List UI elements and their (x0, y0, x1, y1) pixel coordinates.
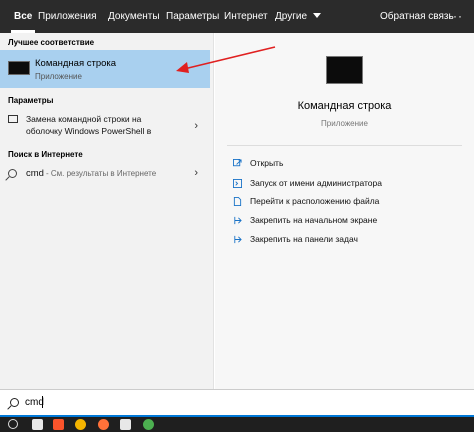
command-prompt-icon (8, 61, 30, 75)
action-open-file-location-label: Перейти к расположению файла (250, 196, 380, 206)
web-result-hint: - См. результаты в Интернете (46, 169, 157, 178)
results-panel: Лучшее соответствие Командная строка При… (0, 33, 214, 389)
best-match-name: Командная строка (35, 58, 117, 69)
settings-heading: Параметры (8, 96, 54, 105)
command-prompt-icon (326, 56, 363, 84)
action-run-as-admin-label: Запуск от имени администратора (250, 178, 382, 188)
action-open-label: Открыть (250, 158, 284, 168)
tab-internet[interactable]: Интернет (224, 0, 268, 33)
taskbar-app-icon[interactable] (120, 419, 131, 430)
taskbar-app-icon[interactable] (32, 419, 43, 430)
tab-documents[interactable]: Документы (108, 0, 160, 33)
chrome-browser-icon[interactable] (75, 419, 86, 430)
pin-taskbar-icon (234, 235, 242, 244)
web-query: cmd (26, 168, 44, 179)
annotation-arrow-icon (176, 46, 276, 73)
open-icon (233, 159, 242, 167)
detail-app-type: Приложение (321, 119, 368, 128)
setting-result-line2: оболочку Windows PowerShell в (26, 126, 152, 136)
tab-more[interactable]: Другие (275, 0, 321, 33)
more-options-icon[interactable]: ··· (448, 0, 463, 33)
firefox-icon[interactable] (98, 419, 109, 430)
utorrent-icon[interactable] (143, 419, 154, 430)
taskbar (0, 417, 474, 432)
feedback-link[interactable]: Обратная связь (380, 0, 454, 33)
detail-panel: Командная строка Приложение Открыть Запу… (215, 33, 474, 389)
chevron-down-icon (312, 13, 321, 19)
web-search-heading: Поиск в Интернете (8, 150, 83, 159)
setting-result-item[interactable]: Замена командной строки на оболочку Wind… (0, 111, 210, 143)
tab-more-label: Другие (275, 11, 308, 22)
file-location-icon (233, 197, 242, 206)
action-pin-start-label: Закрепить на начальном экране (250, 215, 378, 225)
pin-start-icon (234, 216, 242, 225)
tab-settings[interactable]: Параметры (166, 0, 219, 33)
best-match-type: Приложение (35, 72, 82, 81)
search-icon (10, 398, 19, 407)
search-icon (8, 169, 17, 178)
taskbar-search-icon[interactable] (8, 419, 18, 429)
tab-all[interactable]: Все (10, 0, 36, 33)
run-as-admin-icon (233, 179, 242, 188)
chevron-right-icon[interactable]: › (194, 167, 198, 179)
detail-app-name: Командная строка (297, 100, 392, 112)
search-filter-bar: Все Приложения Документы Параметры Интер… (0, 0, 474, 33)
tab-apps[interactable]: Приложения (38, 0, 97, 33)
best-match-heading: Лучшее соответствие (8, 38, 95, 47)
chevron-right-icon[interactable]: › (194, 120, 198, 132)
text-caret (42, 396, 43, 408)
divider (227, 145, 462, 146)
setting-result-line1: Замена командной строки на (26, 114, 142, 124)
action-pin-taskbar-label: Закрепить на панели задач (250, 234, 358, 244)
brave-browser-icon[interactable] (53, 419, 64, 430)
web-search-item[interactable]: cmd - См. результаты в Интернете › (0, 164, 210, 186)
settings-window-icon (8, 115, 18, 123)
search-box[interactable]: cmd (0, 389, 474, 417)
